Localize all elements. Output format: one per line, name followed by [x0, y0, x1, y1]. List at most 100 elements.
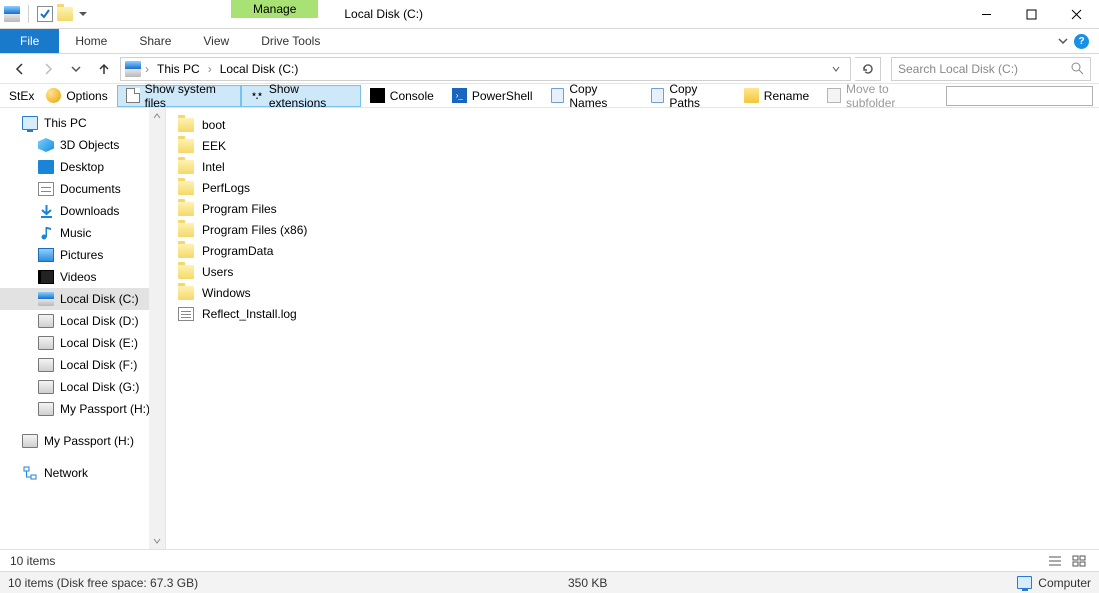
copy-names-label: Copy Names [569, 82, 632, 110]
share-tab[interactable]: Share [123, 29, 187, 53]
up-button[interactable] [92, 57, 116, 81]
view-tab[interactable]: View [187, 29, 245, 53]
file-name: Program Files (x86) [202, 223, 307, 237]
ribbon-tabs: File Home Share View Drive Tools ? [0, 29, 1099, 54]
tree-label: Network [44, 466, 88, 480]
list-item[interactable]: Windows [178, 282, 1099, 303]
qat-properties-check[interactable] [37, 6, 53, 22]
breadcrumb-this-pc[interactable]: This PC [153, 62, 204, 76]
tree-label: Local Disk (G:) [60, 380, 139, 394]
back-button[interactable] [8, 57, 32, 81]
list-item[interactable]: Program Files [178, 198, 1099, 219]
address-dropdown-icon[interactable] [826, 62, 846, 76]
list-item[interactable]: Users [178, 261, 1099, 282]
search-placeholder: Search Local Disk (C:) [898, 62, 1071, 76]
navigation-tree: This PC 3D Objects Desktop Documents Dow… [0, 108, 166, 549]
list-item[interactable]: EEK [178, 135, 1099, 156]
tree-local-disk-e[interactable]: Local Disk (E:) [0, 332, 165, 354]
quick-access-toolbar [0, 0, 91, 28]
tree-local-disk-c[interactable]: Local Disk (C:) [0, 288, 165, 310]
breadcrumb-local-disk[interactable]: Local Disk (C:) [216, 62, 303, 76]
help-button[interactable]: ? [1074, 34, 1089, 49]
list-item[interactable]: Reflect_Install.log [178, 303, 1099, 324]
tree-this-pc[interactable]: This PC [0, 112, 165, 134]
chevron-right-icon[interactable]: › [145, 62, 149, 76]
tree-local-disk-f[interactable]: Local Disk (F:) [0, 354, 165, 376]
ribbon-expand-icon[interactable] [1058, 36, 1068, 46]
scroll-down-icon[interactable] [149, 533, 165, 549]
tree-label: Downloads [60, 204, 119, 218]
tree-label: This PC [44, 116, 87, 130]
minimize-button[interactable] [964, 0, 1009, 28]
manage-tab-header[interactable]: Manage [231, 0, 318, 18]
list-item[interactable]: Intel [178, 156, 1099, 177]
tree-label: Local Disk (D:) [60, 314, 139, 328]
forward-button[interactable] [36, 57, 60, 81]
tree-label: Pictures [60, 248, 103, 262]
list-item[interactable]: boot [178, 114, 1099, 135]
recent-locations-button[interactable] [64, 57, 88, 81]
qat-new-folder-icon[interactable] [57, 7, 73, 21]
tree-music[interactable]: Music [0, 222, 165, 244]
qat-customize-icon[interactable] [79, 12, 87, 16]
file-name: Users [202, 265, 233, 279]
list-item[interactable]: PerfLogs [178, 177, 1099, 198]
scroll-up-icon[interactable] [149, 108, 165, 124]
tree-3d-objects[interactable]: 3D Objects [0, 134, 165, 156]
cube-icon [38, 138, 54, 152]
app-icon [4, 6, 20, 22]
tree-desktop[interactable]: Desktop [0, 156, 165, 178]
stex-status-bar: 10 items (Disk free space: 67.3 GB) 350 … [0, 571, 1099, 593]
options-button[interactable]: Options [37, 85, 116, 107]
file-name: Reflect_Install.log [202, 307, 297, 321]
close-button[interactable] [1054, 0, 1099, 28]
list-item[interactable]: Program Files (x86) [178, 219, 1099, 240]
refresh-button[interactable] [855, 57, 881, 81]
console-button[interactable]: Console [361, 85, 443, 107]
drive-tools-tab[interactable]: Drive Tools [245, 29, 336, 53]
tree-my-passport-1[interactable]: My Passport (H:) [0, 398, 165, 420]
subfolder-name-input[interactable] [946, 86, 1093, 106]
copy-paths-button[interactable]: Copy Paths [642, 85, 735, 107]
search-box[interactable]: Search Local Disk (C:) [891, 57, 1091, 81]
copy-names-button[interactable]: Copy Names [542, 85, 642, 107]
show-system-files-toggle[interactable]: Show system files [117, 85, 241, 107]
file-tab[interactable]: File [0, 29, 59, 53]
file-icon [651, 88, 665, 103]
tree-local-disk-d[interactable]: Local Disk (D:) [0, 310, 165, 332]
details-view-button[interactable] [1045, 553, 1065, 569]
powershell-button[interactable]: ›_ PowerShell [443, 85, 542, 107]
computer-icon [1017, 576, 1032, 589]
drive-icon [38, 292, 54, 306]
file-name: ProgramData [202, 244, 273, 258]
tree-documents[interactable]: Documents [0, 178, 165, 200]
tree-network[interactable]: Network [0, 462, 165, 484]
maximize-button[interactable] [1009, 0, 1054, 28]
file-icon [126, 88, 140, 103]
pictures-icon [38, 248, 54, 262]
status-size: 350 KB [568, 576, 647, 590]
tree-pictures[interactable]: Pictures [0, 244, 165, 266]
file-name: Windows [202, 286, 251, 300]
document-icon [38, 182, 54, 196]
file-name: Program Files [202, 202, 277, 216]
tree-scrollbar[interactable] [149, 108, 165, 549]
rename-button[interactable]: Rename [735, 85, 818, 107]
file-name: EEK [202, 139, 226, 153]
stex-label: StEx [6, 89, 37, 103]
tree-local-disk-g[interactable]: Local Disk (G:) [0, 376, 165, 398]
address-bar[interactable]: › This PC › Local Disk (C:) [120, 57, 851, 81]
tree-my-passport-2[interactable]: My Passport (H:) [0, 430, 165, 452]
file-list[interactable]: boot EEK Intel PerfLogs Program Files Pr… [166, 108, 1099, 549]
list-item[interactable]: ProgramData [178, 240, 1099, 261]
move-to-subfolder-button: Move to subfolder [818, 85, 942, 107]
large-icons-view-button[interactable] [1069, 553, 1089, 569]
show-extensions-toggle[interactable]: *.* Show extensions [241, 85, 361, 107]
status-summary: 10 items (Disk free space: 67.3 GB) [8, 576, 198, 590]
folder-icon [744, 88, 759, 103]
tree-videos[interactable]: Videos [0, 266, 165, 288]
home-tab[interactable]: Home [59, 29, 123, 53]
chevron-right-icon[interactable]: › [208, 62, 212, 76]
tree-downloads[interactable]: Downloads [0, 200, 165, 222]
window-title: Local Disk (C:) [344, 7, 423, 21]
